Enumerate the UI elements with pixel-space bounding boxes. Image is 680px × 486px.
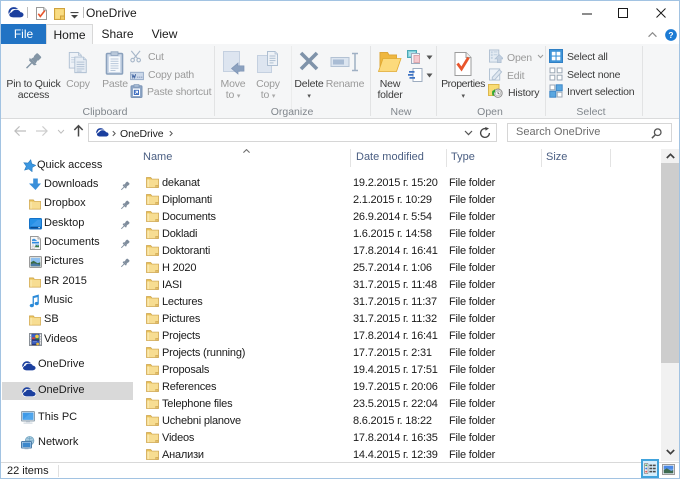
svg-text:?: ?: [668, 30, 673, 40]
